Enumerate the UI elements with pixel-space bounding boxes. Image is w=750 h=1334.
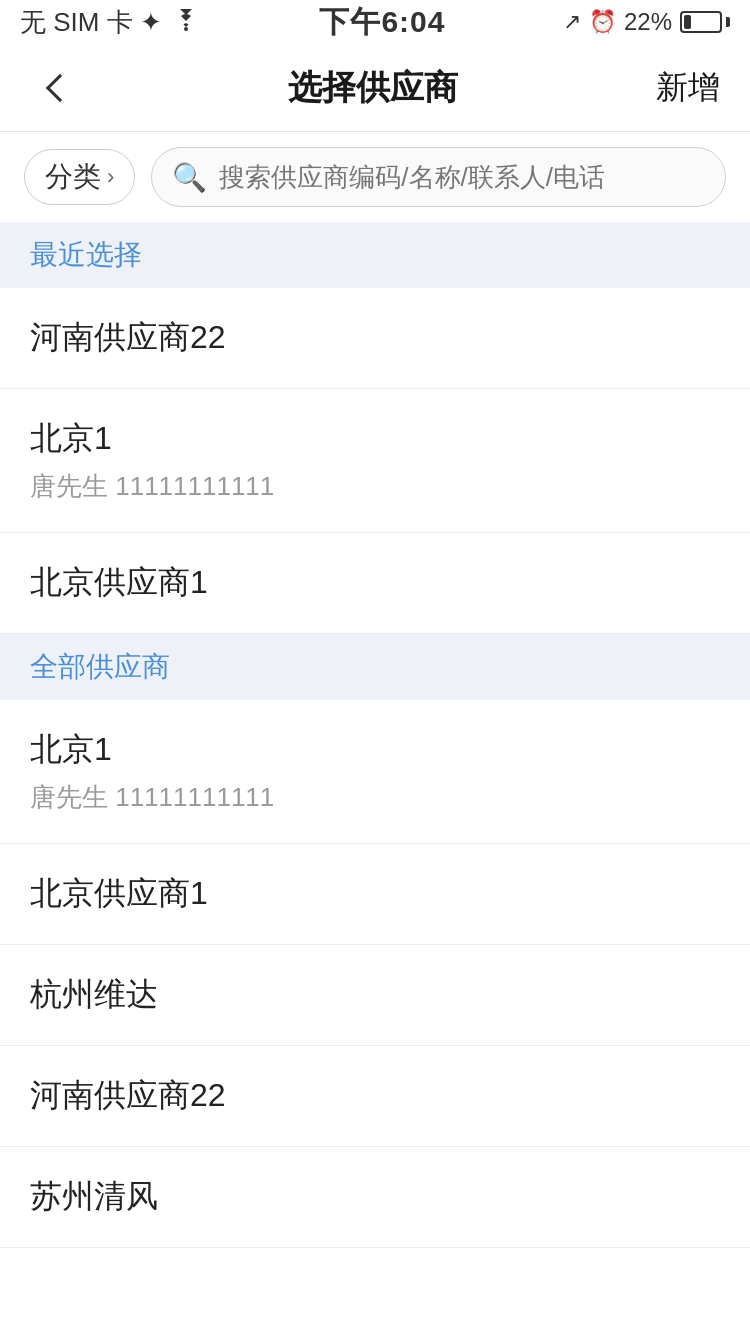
item-name: 北京1	[30, 417, 720, 461]
category-label: 分类	[45, 158, 101, 196]
page-title: 选择供应商	[288, 65, 458, 111]
search-input[interactable]	[219, 162, 705, 193]
item-sub: 唐先生 11111111111	[30, 780, 720, 815]
search-box[interactable]: 🔍	[151, 147, 726, 207]
location-icon: ↗	[563, 9, 581, 35]
status-left: 无 SIM 卡 ✦	[20, 5, 202, 40]
wifi-icon	[170, 7, 202, 38]
status-time: 下午6:04	[319, 2, 445, 43]
item-name: 河南供应商22	[30, 316, 720, 360]
list-item[interactable]: 北京1 唐先生 11111111111	[0, 700, 750, 844]
recent-list: 河南供应商22 北京1 唐先生 11111111111 北京供应商1	[0, 288, 750, 634]
list-item[interactable]: 苏州清风	[0, 1147, 750, 1248]
all-section-header: 全部供应商	[0, 634, 750, 700]
all-list: 北京1 唐先生 11111111111 北京供应商1 杭州维达 河南供应商22 …	[0, 700, 750, 1248]
back-icon	[46, 73, 74, 101]
item-name: 苏州清风	[30, 1175, 720, 1219]
filter-bar: 分类 › 🔍	[0, 132, 750, 222]
recent-section-header: 最近选择	[0, 222, 750, 288]
back-button[interactable]	[30, 58, 90, 118]
item-name: 河南供应商22	[30, 1074, 720, 1118]
list-item[interactable]: 河南供应商22	[0, 288, 750, 389]
alarm-icon: ⏰	[589, 9, 616, 35]
list-item[interactable]: 北京供应商1	[0, 844, 750, 945]
list-item[interactable]: 北京供应商1	[0, 533, 750, 634]
list-item[interactable]: 杭州维达	[0, 945, 750, 1046]
search-icon: 🔍	[172, 161, 207, 194]
item-name: 北京供应商1	[30, 872, 720, 916]
add-button[interactable]: 新增	[656, 66, 720, 110]
item-name: 北京1	[30, 728, 720, 772]
svg-point-0	[184, 27, 188, 31]
battery-percent: 22%	[624, 8, 672, 36]
chevron-right-icon: ›	[107, 164, 114, 190]
recent-section-label: 最近选择	[30, 236, 142, 274]
list-item[interactable]: 河南供应商22	[0, 1046, 750, 1147]
no-sim-label: 无 SIM 卡 ✦	[20, 5, 162, 40]
item-name: 杭州维达	[30, 973, 720, 1017]
all-section-label: 全部供应商	[30, 648, 170, 686]
status-right: ↗ ⏰ 22%	[563, 8, 730, 36]
list-item[interactable]: 北京1 唐先生 11111111111	[0, 389, 750, 533]
nav-bar: 选择供应商 新增	[0, 44, 750, 132]
status-bar: 无 SIM 卡 ✦ 下午6:04 ↗ ⏰ 22%	[0, 0, 750, 44]
battery-indicator	[680, 11, 730, 33]
item-sub: 唐先生 11111111111	[30, 469, 720, 504]
category-filter-button[interactable]: 分类 ›	[24, 149, 135, 205]
item-name: 北京供应商1	[30, 561, 720, 605]
